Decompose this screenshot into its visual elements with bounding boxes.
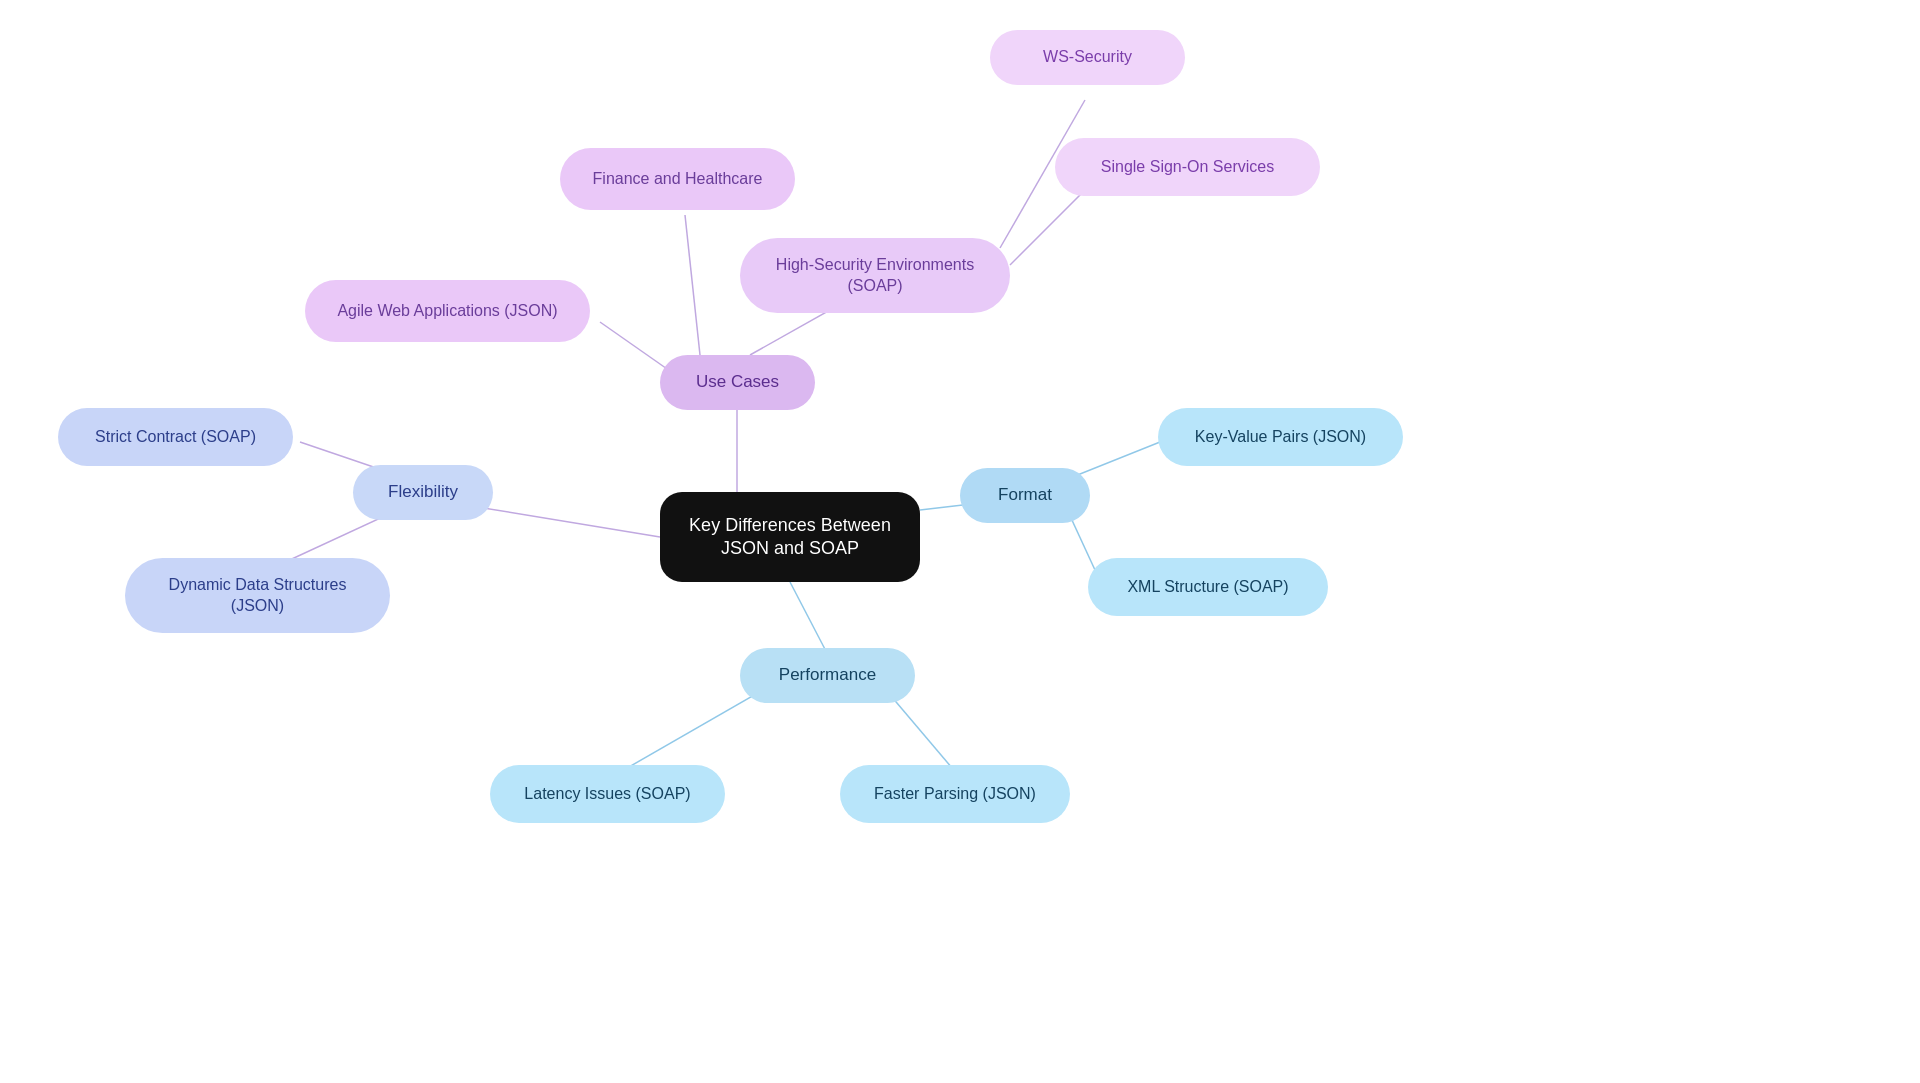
center-label: Key Differences Between JSON and SOAP xyxy=(684,514,896,561)
agile-web-label: Agile Web Applications (JSON) xyxy=(337,301,557,322)
format-label: Format xyxy=(998,484,1052,506)
center-node: Key Differences Between JSON and SOAP xyxy=(660,492,920,582)
finance-healthcare-label: Finance and Healthcare xyxy=(593,169,763,190)
single-sign-on-label: Single Sign-On Services xyxy=(1101,157,1274,178)
use-cases-label: Use Cases xyxy=(696,371,779,393)
finance-healthcare-node: Finance and Healthcare xyxy=(560,148,795,210)
strict-contract-label: Strict Contract (SOAP) xyxy=(95,427,256,448)
performance-label: Performance xyxy=(779,664,876,686)
dynamic-data-label: Dynamic Data Structures (JSON) xyxy=(149,575,366,617)
high-security-label: High-Security Environments (SOAP) xyxy=(764,255,986,297)
svg-line-12 xyxy=(790,582,828,655)
high-security-node: High-Security Environments (SOAP) xyxy=(740,238,1010,313)
dynamic-data-node: Dynamic Data Structures (JSON) xyxy=(125,558,390,633)
faster-parsing-label: Faster Parsing (JSON) xyxy=(874,784,1036,805)
format-node: Format xyxy=(960,468,1090,523)
key-value-pairs-node: Key-Value Pairs (JSON) xyxy=(1158,408,1403,466)
use-cases-node: Use Cases xyxy=(660,355,815,410)
ws-security-node: WS-Security xyxy=(990,30,1185,85)
faster-parsing-node: Faster Parsing (JSON) xyxy=(840,765,1070,823)
xml-structure-label: XML Structure (SOAP) xyxy=(1127,577,1288,598)
strict-contract-node: Strict Contract (SOAP) xyxy=(58,408,293,466)
agile-web-node: Agile Web Applications (JSON) xyxy=(305,280,590,342)
key-value-label: Key-Value Pairs (JSON) xyxy=(1195,427,1366,448)
ws-security-label: WS-Security xyxy=(1043,47,1132,68)
latency-issues-node: Latency Issues (SOAP) xyxy=(490,765,725,823)
svg-line-1 xyxy=(685,215,700,355)
performance-node: Performance xyxy=(740,648,915,703)
flexibility-node: Flexibility xyxy=(353,465,493,520)
latency-issues-label: Latency Issues (SOAP) xyxy=(524,784,690,805)
xml-structure-node: XML Structure (SOAP) xyxy=(1088,558,1328,616)
single-sign-on-node: Single Sign-On Services xyxy=(1055,138,1320,196)
flexibility-label: Flexibility xyxy=(388,481,458,503)
